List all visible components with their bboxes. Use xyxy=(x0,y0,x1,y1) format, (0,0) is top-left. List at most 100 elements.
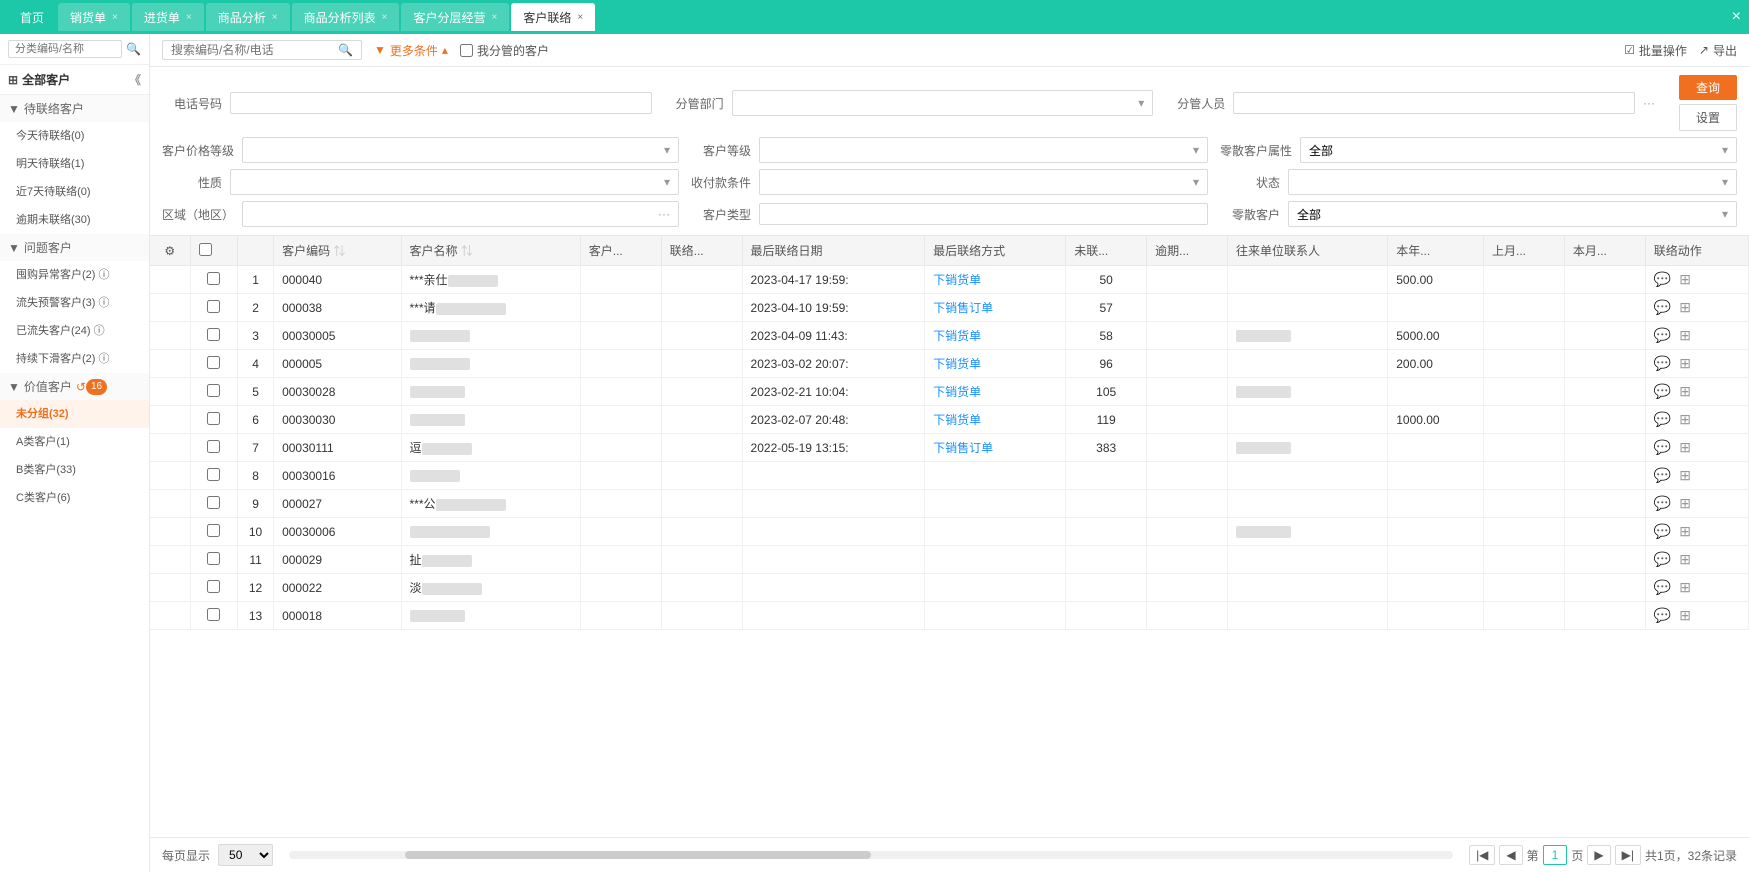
my-customers-checkbox[interactable] xyxy=(460,44,473,57)
manager-input[interactable] xyxy=(1233,92,1635,114)
reset-button[interactable]: 设置 xyxy=(1679,104,1737,131)
first-page-btn[interactable]: |◀ xyxy=(1469,845,1495,865)
sidebar-item-class-a[interactable]: A类客户(1) xyxy=(0,428,149,456)
row-checkbox[interactable] xyxy=(190,518,238,546)
sidebar-group-value[interactable]: ▼ 价值客户 ↺ 16 xyxy=(0,373,149,400)
grid-action-icon[interactable]: ⊞ xyxy=(1679,607,1691,624)
grid-action-icon[interactable]: ⊞ xyxy=(1679,495,1691,512)
checkbox-th[interactable] xyxy=(190,236,238,266)
comment-icon[interactable]: 💬 xyxy=(1654,467,1671,484)
row-checkbox[interactable] xyxy=(190,490,238,518)
nav-tab-goods-analysis[interactable]: 商品分析 × xyxy=(206,3,290,31)
last-page-btn[interactable]: ▶| xyxy=(1615,845,1641,865)
comment-icon[interactable]: 💬 xyxy=(1654,523,1671,540)
close-customer-layer-icon[interactable]: × xyxy=(491,12,497,23)
grid-action-icon[interactable]: ⊞ xyxy=(1679,411,1691,428)
nav-tab-goods-list[interactable]: 商品分析列表 × xyxy=(292,3,400,31)
row-checkbox[interactable] xyxy=(190,574,238,602)
close-customer-contact-icon[interactable]: × xyxy=(577,12,583,23)
grid-action-icon[interactable]: ⊞ xyxy=(1679,467,1691,484)
contact-method-link[interactable]: 下销售订单 xyxy=(933,301,993,315)
sidebar-item-7days-pending[interactable]: 近7天待联络(0) xyxy=(0,178,149,206)
row-checkbox[interactable] xyxy=(190,378,238,406)
my-customers-toggle[interactable]: 我分管的客户 xyxy=(460,42,549,59)
row-checkbox[interactable] xyxy=(190,406,238,434)
sidebar-item-ungrouped[interactable]: 未分组(32) xyxy=(0,400,149,428)
next-page-btn[interactable]: ▶ xyxy=(1587,845,1610,865)
payment-select[interactable]: ▾ xyxy=(759,169,1208,195)
grid-action-icon[interactable]: ⊞ xyxy=(1679,439,1691,456)
sidebar-group-pending[interactable]: ▼ 待联络客户 xyxy=(0,95,149,122)
name-th[interactable]: 客户名称 ⇅ xyxy=(401,236,580,266)
prev-page-btn[interactable]: ◀ xyxy=(1499,845,1522,865)
sidebar-group-problem[interactable]: ▼ 问题客户 xyxy=(0,234,149,261)
refresh-value-icon[interactable]: ↺ xyxy=(76,380,86,394)
comment-icon[interactable]: 💬 xyxy=(1654,355,1671,372)
sidebar-item-overdue-pending[interactable]: 逾期未联络(30) xyxy=(0,206,149,234)
comment-icon[interactable]: 💬 xyxy=(1654,327,1671,344)
comment-icon[interactable]: 💬 xyxy=(1654,411,1671,428)
sidebar-item-class-c[interactable]: C类客户(6) xyxy=(0,484,149,512)
all-customers-header[interactable]: ⊞ 全部客户 《 xyxy=(0,65,149,95)
collapse-icon[interactable]: 《 xyxy=(129,71,141,88)
row-checkbox[interactable] xyxy=(190,434,238,462)
sidebar-item-declining[interactable]: 持续下滑客户(2) ⓘ xyxy=(0,345,149,373)
close-purchase-icon[interactable]: × xyxy=(186,12,192,23)
grid-action-icon[interactable]: ⊞ xyxy=(1679,523,1691,540)
row-checkbox[interactable] xyxy=(190,546,238,574)
comment-icon[interactable]: 💬 xyxy=(1654,579,1671,596)
row-checkbox[interactable] xyxy=(190,294,238,322)
nav-tab-home[interactable]: 首页 xyxy=(8,3,56,31)
grid-action-icon[interactable]: ⊞ xyxy=(1679,327,1691,344)
more-conditions-btn[interactable]: ▼ 更多条件 ▴ xyxy=(374,42,448,59)
sidebar-item-class-b[interactable]: B类客户(33) xyxy=(0,456,149,484)
row-checkbox[interactable] xyxy=(190,266,238,294)
batch-operation-btn[interactable]: ☑ 批量操作 xyxy=(1624,42,1687,59)
row-checkbox[interactable] xyxy=(190,602,238,630)
region-select[interactable]: ··· xyxy=(242,201,679,227)
search-icon[interactable]: 🔍 xyxy=(338,43,353,57)
per-page-select[interactable]: 50 100 200 xyxy=(218,844,273,866)
contact-method-link[interactable]: 下销货单 xyxy=(933,273,981,287)
contact-method-link[interactable]: 下销货单 xyxy=(933,357,981,371)
comment-icon[interactable]: 💬 xyxy=(1654,299,1671,316)
grid-action-icon[interactable]: ⊞ xyxy=(1679,383,1691,400)
code-th[interactable]: 客户编码 ⇅ xyxy=(274,236,401,266)
comment-icon[interactable]: 💬 xyxy=(1654,607,1671,624)
customer-type-input[interactable] xyxy=(759,203,1208,225)
comment-icon[interactable]: 💬 xyxy=(1654,271,1671,288)
query-button[interactable]: 查询 xyxy=(1679,75,1737,100)
phone-input[interactable] xyxy=(230,92,652,114)
price-level-select[interactable]: ▾ xyxy=(242,137,679,163)
grid-action-icon[interactable]: ⊞ xyxy=(1679,579,1691,596)
export-btn[interactable]: ↗ 导出 xyxy=(1699,42,1737,59)
status-select[interactable]: ▾ xyxy=(1288,169,1737,195)
row-checkbox[interactable] xyxy=(190,322,238,350)
sidebar-search-icon[interactable]: 🔍 xyxy=(126,42,141,56)
dept-select[interactable]: ▾ xyxy=(732,90,1154,116)
comment-icon[interactable]: 💬 xyxy=(1654,383,1671,400)
grid-action-icon[interactable]: ⊞ xyxy=(1679,355,1691,372)
contact-method-link[interactable]: 下销货单 xyxy=(933,413,981,427)
comment-icon[interactable]: 💬 xyxy=(1654,495,1671,512)
sidebar-search-input[interactable] xyxy=(8,40,122,58)
close-all-tabs[interactable]: × xyxy=(1732,8,1741,26)
sidebar-item-tomorrow-pending[interactable]: 明天待联络(1) xyxy=(0,150,149,178)
close-goods-analysis-icon[interactable]: × xyxy=(272,12,278,23)
code-sort-icon[interactable]: ⇅ xyxy=(333,244,345,258)
sidebar-item-abnormal-purchase[interactable]: 囤购异常客户(2) ⓘ xyxy=(0,261,149,289)
region-dots-icon[interactable]: ··· xyxy=(658,207,670,221)
retail-attr-select[interactable]: 全部 ▾ xyxy=(1300,137,1737,163)
select-all-checkbox[interactable] xyxy=(199,243,212,256)
grid-action-icon[interactable]: ⊞ xyxy=(1679,271,1691,288)
manager-dots-icon[interactable]: ··· xyxy=(1643,96,1655,110)
comment-icon[interactable]: 💬 xyxy=(1654,551,1671,568)
contact-method-link[interactable]: 下销货单 xyxy=(933,329,981,343)
close-goods-list-icon[interactable]: × xyxy=(382,12,388,23)
nature-select[interactable]: ▾ xyxy=(230,169,679,195)
name-sort-icon[interactable]: ⇅ xyxy=(461,244,473,258)
nav-tab-customer-contact[interactable]: 客户联络 × xyxy=(511,3,595,31)
close-sales-icon[interactable]: × xyxy=(112,12,118,23)
sidebar-item-churn-warning[interactable]: 流失预警客户(3) ⓘ xyxy=(0,289,149,317)
sidebar-item-today-pending[interactable]: 今天待联络(0) xyxy=(0,122,149,150)
